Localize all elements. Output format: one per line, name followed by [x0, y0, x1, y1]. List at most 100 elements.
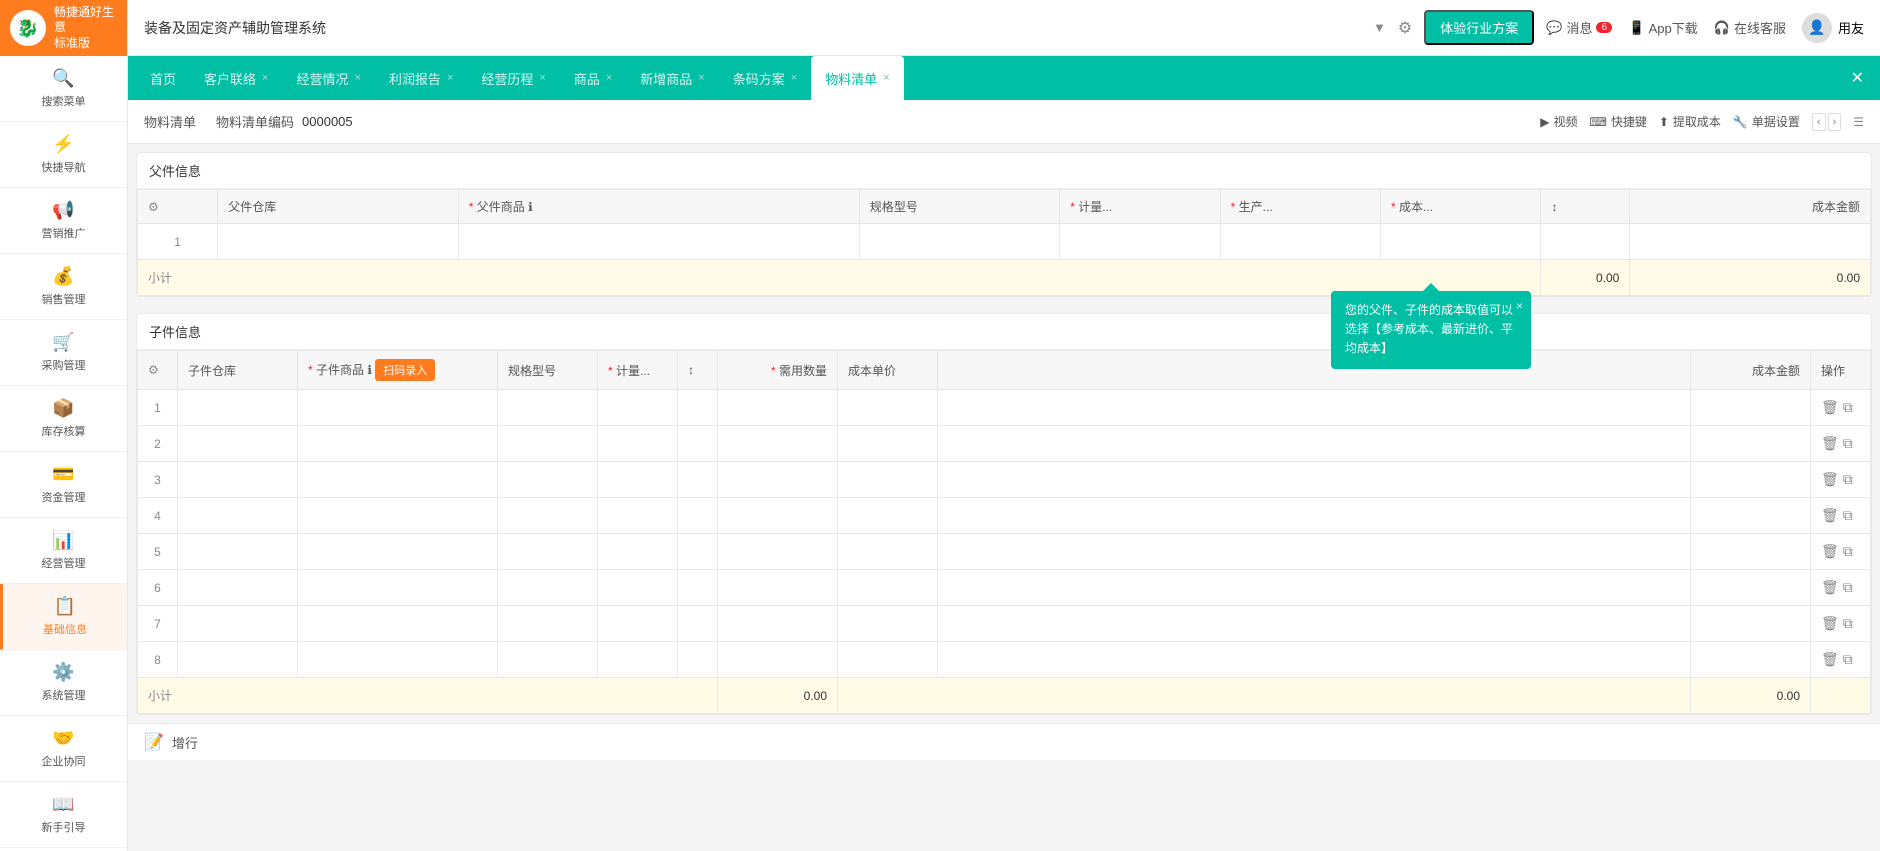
- row-num: 7: [138, 606, 178, 642]
- tooltip-close-button[interactable]: ×: [1516, 297, 1523, 316]
- tab-customer[interactable]: 客户联络 ×: [190, 56, 282, 100]
- settings-icon[interactable]: ⚙: [1398, 18, 1412, 38]
- parent-spec-cell[interactable]: [859, 224, 1059, 260]
- child-unit-cell[interactable]: [598, 426, 678, 462]
- sidebar-item-collab[interactable]: 🤝 企业协同: [0, 716, 127, 782]
- tab-goods[interactable]: 商品 ×: [560, 56, 626, 100]
- child-table: ⚙ 子件仓库 * 子件商品 ℹ 扫码录入 规格型号 * 计量... ↕ * 需用…: [137, 350, 1871, 714]
- next-arrow[interactable]: ›: [1828, 113, 1842, 131]
- extract-cost-button[interactable]: ⬆ 提取成本: [1659, 113, 1721, 130]
- tab-profit[interactable]: 利润报告 ×: [375, 56, 467, 100]
- copy-icon[interactable]: ⧉: [1843, 579, 1853, 596]
- child-unitcost-cell[interactable]: [838, 390, 938, 426]
- app-download-button[interactable]: 📱 App下载: [1628, 18, 1697, 37]
- child-spec-cell[interactable]: [498, 390, 598, 426]
- single-setting-button[interactable]: 🔧 单据设置: [1733, 113, 1800, 130]
- close-tab-button[interactable]: ✕: [1843, 68, 1872, 88]
- tab-new-goods[interactable]: 新增商品 ×: [626, 56, 718, 100]
- child-unitcost-cell[interactable]: [838, 426, 938, 462]
- close-icon[interactable]: ×: [262, 72, 268, 84]
- close-icon[interactable]: ×: [791, 72, 797, 84]
- sidebar-item-inventory[interactable]: 📦 库存核算: [0, 386, 127, 452]
- grid-view-icon[interactable]: ☰: [1853, 115, 1864, 129]
- child-settings-gear-icon[interactable]: ⚙: [148, 363, 159, 377]
- sidebar-item-system[interactable]: ⚙️ 系统管理: [0, 650, 127, 716]
- settings-gear-icon[interactable]: ⚙: [148, 200, 159, 214]
- book-icon: 📖: [52, 794, 74, 815]
- prev-arrow[interactable]: ‹: [1812, 113, 1826, 131]
- parent-production-cell[interactable]: [1220, 224, 1380, 260]
- chart-icon: 📊: [52, 530, 74, 551]
- sidebar-item-finance[interactable]: 💳 资金管理: [0, 452, 127, 518]
- delete-icon[interactable]: 🗑: [1821, 615, 1839, 632]
- copy-icon[interactable]: ⧉: [1843, 435, 1853, 452]
- child-th-spec: 规格型号: [498, 351, 598, 390]
- sidebar-item-quicknav[interactable]: ⚡ 快捷导航: [0, 122, 127, 188]
- add-row-label[interactable]: 增行: [172, 733, 198, 752]
- online-service-button[interactable]: 🎧 在线客服: [1714, 18, 1786, 37]
- copy-icon[interactable]: ⧉: [1843, 507, 1853, 524]
- tooltip-text: 您的父件、子件的成本取值可以选择【参考成本、最新进价、平均成本】: [1345, 303, 1513, 355]
- copy-icon[interactable]: ⧉: [1843, 471, 1853, 488]
- parent-unit-cell[interactable]: [1060, 224, 1220, 260]
- child-th-unit: * 计量...: [598, 351, 678, 390]
- copy-icon[interactable]: ⧉: [1843, 543, 1853, 560]
- delete-icon[interactable]: 🗑: [1821, 507, 1839, 524]
- delete-icon[interactable]: 🗑: [1821, 399, 1839, 416]
- child-goods-cell[interactable]: [298, 390, 498, 426]
- copy-icon[interactable]: ⧉: [1843, 615, 1853, 632]
- child-empty-cell: [938, 390, 1691, 426]
- sidebar-item-basic-info[interactable]: 📋 基础信息: [0, 584, 127, 650]
- tab-home[interactable]: 首页: [136, 56, 190, 100]
- child-subtotal-value2: 0.00: [1691, 678, 1811, 714]
- user-label: 用友: [1838, 18, 1864, 37]
- sidebar-item-purchase[interactable]: 🛒 采购管理: [0, 320, 127, 386]
- sidebar-item-marketing[interactable]: 📢 营销推广: [0, 188, 127, 254]
- close-icon[interactable]: ×: [698, 72, 704, 84]
- tab-operations[interactable]: 经营情况 ×: [282, 56, 374, 100]
- sidebar-item-management[interactable]: 📊 经营管理: [0, 518, 127, 584]
- delete-icon[interactable]: 🗑: [1821, 435, 1839, 452]
- tab-history[interactable]: 经营历程 ×: [467, 56, 559, 100]
- tab-bom[interactable]: 物料清单 ×: [811, 56, 903, 100]
- tab-barcode[interactable]: 条码方案 ×: [719, 56, 811, 100]
- close-icon[interactable]: ×: [883, 72, 889, 84]
- sidebar-item-sales[interactable]: 💰 销售管理: [0, 254, 127, 320]
- sidebar-item-search[interactable]: 🔍 搜索菜单: [0, 56, 127, 122]
- child-warehouse-cell[interactable]: [178, 390, 298, 426]
- close-icon[interactable]: ×: [354, 72, 360, 84]
- child-goods-cell[interactable]: [298, 426, 498, 462]
- view-button[interactable]: ▶ 视频: [1540, 113, 1577, 130]
- topbar-dropdown-arrow[interactable]: ▼: [1373, 20, 1386, 35]
- parent-goods-cell[interactable]: [458, 224, 859, 260]
- trial-button[interactable]: 体验行业方案: [1424, 10, 1534, 45]
- scan-input-button[interactable]: 扫码录入: [375, 359, 435, 381]
- parent-warehouse-cell[interactable]: [218, 224, 459, 260]
- shortcut-button[interactable]: ⌨ 快捷键: [1590, 113, 1647, 130]
- row-actions: 🗑 ⧉: [1821, 399, 1860, 416]
- child-spec-cell[interactable]: [498, 426, 598, 462]
- delete-icon[interactable]: 🗑: [1821, 543, 1839, 560]
- page-tab1[interactable]: 物料清单: [144, 102, 196, 141]
- page-code-area: 物料清单编码 0000005: [216, 112, 353, 131]
- child-qty-cell[interactable]: [718, 390, 838, 426]
- child-sort-cell: [678, 426, 718, 462]
- message-button[interactable]: 💬 消息 6: [1546, 18, 1612, 37]
- close-icon[interactable]: ×: [606, 72, 612, 84]
- parent-row-num: 1: [138, 224, 218, 260]
- delete-icon[interactable]: 🗑: [1821, 471, 1839, 488]
- child-qty-cell[interactable]: [718, 426, 838, 462]
- close-icon[interactable]: ×: [447, 72, 453, 84]
- sidebar-item-label: 基础信息: [43, 621, 87, 637]
- child-section: 子件信息 ⚙ 子件仓库 * 子件商品 ℹ 扫码录入 规格型号 * 计量... ↕: [136, 313, 1872, 715]
- parent-cost-cell[interactable]: [1381, 224, 1541, 260]
- close-icon[interactable]: ×: [539, 72, 545, 84]
- sidebar-item-guide[interactable]: 📖 新手引导: [0, 782, 127, 848]
- copy-icon[interactable]: ⧉: [1843, 399, 1853, 416]
- child-th-warehouse: 子件仓库: [178, 351, 298, 390]
- delete-icon[interactable]: 🗑: [1821, 579, 1839, 596]
- delete-icon[interactable]: 🗑: [1821, 651, 1839, 668]
- child-unit-cell[interactable]: [598, 390, 678, 426]
- copy-icon[interactable]: ⧉: [1843, 651, 1853, 668]
- child-warehouse-cell[interactable]: [178, 426, 298, 462]
